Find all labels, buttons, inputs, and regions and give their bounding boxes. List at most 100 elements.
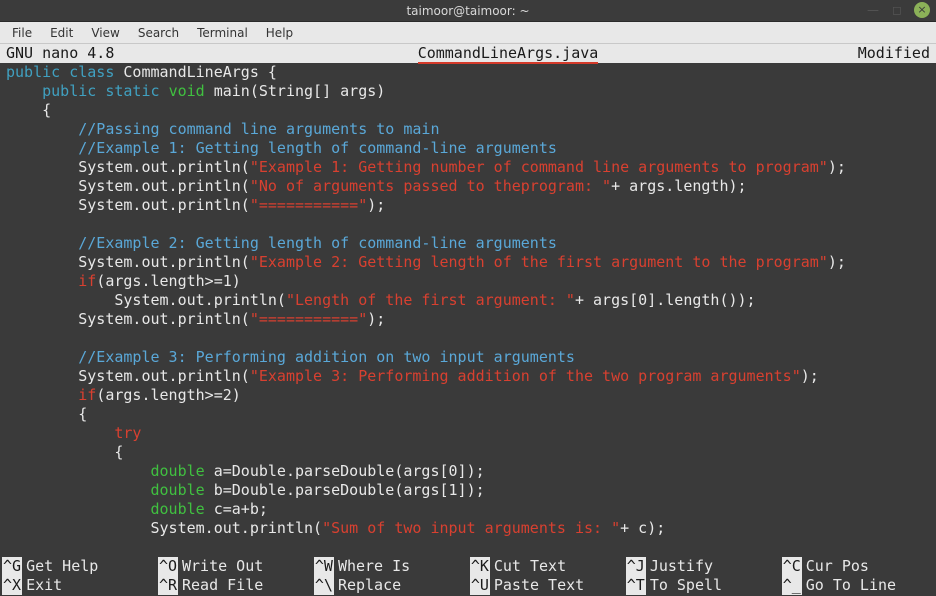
keycap: ^W (314, 557, 334, 576)
code-token: ); (367, 196, 385, 214)
menu-search[interactable]: Search (130, 24, 187, 42)
shortcut-get-help[interactable]: ^GGet Help (0, 557, 156, 576)
code-token: { (6, 443, 123, 461)
shortcut-justify[interactable]: ^JJustify (624, 557, 780, 576)
shortcut-label: To Spell (650, 576, 722, 595)
code-comment: //Example 3: Performing addition on two … (78, 348, 575, 366)
code-token (6, 367, 78, 385)
shortcut-label: Where Is (338, 557, 410, 576)
keycap: ^C (782, 557, 802, 576)
code-token: double (151, 462, 205, 480)
code-token: double (151, 500, 205, 518)
code-token (6, 272, 78, 290)
code-string: "===========" (250, 310, 367, 328)
code-token: class (69, 63, 114, 81)
code-token: public (6, 63, 60, 81)
editor-area[interactable]: public class CommandLineArgs { public st… (0, 63, 936, 557)
keycap: ^O (158, 557, 178, 576)
shortcut-cur-pos[interactable]: ^CCur Pos (780, 557, 936, 576)
code-string: "===========" (250, 196, 367, 214)
code-token: ); (828, 253, 846, 271)
shortcut-paste-text[interactable]: ^UPaste Text (468, 576, 624, 595)
code-token (6, 310, 78, 328)
code-token: + args[0].length()); (575, 291, 756, 309)
shortcut-label: Cur Pos (806, 557, 869, 576)
minimize-icon[interactable]: — (866, 3, 880, 17)
menu-view[interactable]: View (83, 24, 127, 42)
code-token: System.out.println( (151, 519, 323, 537)
keycap: ^\ (314, 576, 334, 595)
code-token: System.out.println( (78, 253, 250, 271)
menu-help[interactable]: Help (258, 24, 301, 42)
code-token: if (78, 386, 96, 404)
code-token (6, 462, 151, 480)
shortcut-row-2: ^XExit ^RRead File ^\Replace ^UPaste Tex… (0, 576, 936, 595)
shortcut-go-to-line[interactable]: ^_Go To Line (780, 576, 936, 595)
shortcut-label: Write Out (182, 557, 263, 576)
code-token: double (151, 481, 205, 499)
close-icon[interactable]: × (914, 2, 930, 18)
code-string: "Length of the first argument: " (286, 291, 575, 309)
code-token: ); (367, 310, 385, 328)
code-token: System.out.println( (78, 367, 250, 385)
shortcut-label: Read File (182, 576, 263, 595)
code-comment: //Example 1: Getting length of command-l… (78, 139, 557, 157)
code-token: System.out.println( (78, 310, 250, 328)
shortcut-replace[interactable]: ^\Replace (312, 576, 468, 595)
code-token (6, 139, 78, 157)
code-token (6, 424, 114, 442)
window-titlebar: taimoor@taimoor: ~ — ◻ × (0, 0, 936, 22)
code-token: a=Double.parseDouble(args[0]); (205, 462, 485, 480)
nano-app-name: GNU nano 4.8 (6, 44, 206, 63)
code-token: { (6, 405, 87, 423)
nano-filename-wrap: CommandLineArgs.java (206, 44, 810, 63)
code-token (6, 120, 78, 138)
code-token: System.out.println( (114, 291, 286, 309)
code-token: ); (801, 367, 819, 385)
code-token: c=a+b; (205, 500, 268, 518)
code-token: if (78, 272, 96, 290)
code-token: public (42, 82, 96, 100)
code-token: (args.length>=2) (96, 386, 241, 404)
code-comment: //Example 2: Getting length of command-l… (78, 234, 557, 252)
code-string: "Example 1: Getting number of command li… (250, 158, 828, 176)
window-controls: — ◻ × (866, 2, 930, 18)
nano-shortcut-bar: ^GGet Help ^OWrite Out ^WWhere Is ^KCut … (0, 557, 936, 595)
maximize-icon[interactable]: ◻ (890, 3, 904, 17)
code-token: void (169, 82, 205, 100)
shortcut-to-spell[interactable]: ^TTo Spell (624, 576, 780, 595)
keycap: ^X (2, 576, 22, 595)
code-token: System.out.println( (78, 158, 250, 176)
shortcut-where-is[interactable]: ^WWhere Is (312, 557, 468, 576)
nano-status: Modified (810, 44, 930, 63)
menu-terminal[interactable]: Terminal (189, 24, 256, 42)
shortcut-exit[interactable]: ^XExit (0, 576, 156, 595)
keycap: ^K (470, 557, 490, 576)
code-token (6, 82, 42, 100)
keycap: ^U (470, 576, 490, 595)
code-token: System.out.println( (78, 196, 250, 214)
keycap: ^R (158, 576, 178, 595)
code-token: try (114, 424, 141, 442)
shortcut-write-out[interactable]: ^OWrite Out (156, 557, 312, 576)
shortcut-label: Cut Text (494, 557, 566, 576)
code-token (6, 177, 78, 195)
code-string: "Example 2: Getting length of the first … (250, 253, 828, 271)
menu-edit[interactable]: Edit (42, 24, 81, 42)
code-token (6, 519, 151, 537)
code-token (6, 291, 114, 309)
code-token: { (6, 101, 51, 119)
code-token (6, 500, 151, 518)
shortcut-label: Get Help (26, 557, 98, 576)
code-token: main(String[] args) (205, 82, 386, 100)
code-token (6, 386, 78, 404)
code-token (6, 253, 78, 271)
shortcut-cut-text[interactable]: ^KCut Text (468, 557, 624, 576)
shortcut-read-file[interactable]: ^RRead File (156, 576, 312, 595)
code-token: System.out.println( (78, 177, 250, 195)
code-string: "No of arguments passed to theprogram: " (250, 177, 611, 195)
keycap: ^J (626, 557, 646, 576)
code-string: "Sum of two input arguments is: " (322, 519, 620, 537)
code-token (6, 196, 78, 214)
menu-file[interactable]: File (4, 24, 40, 42)
